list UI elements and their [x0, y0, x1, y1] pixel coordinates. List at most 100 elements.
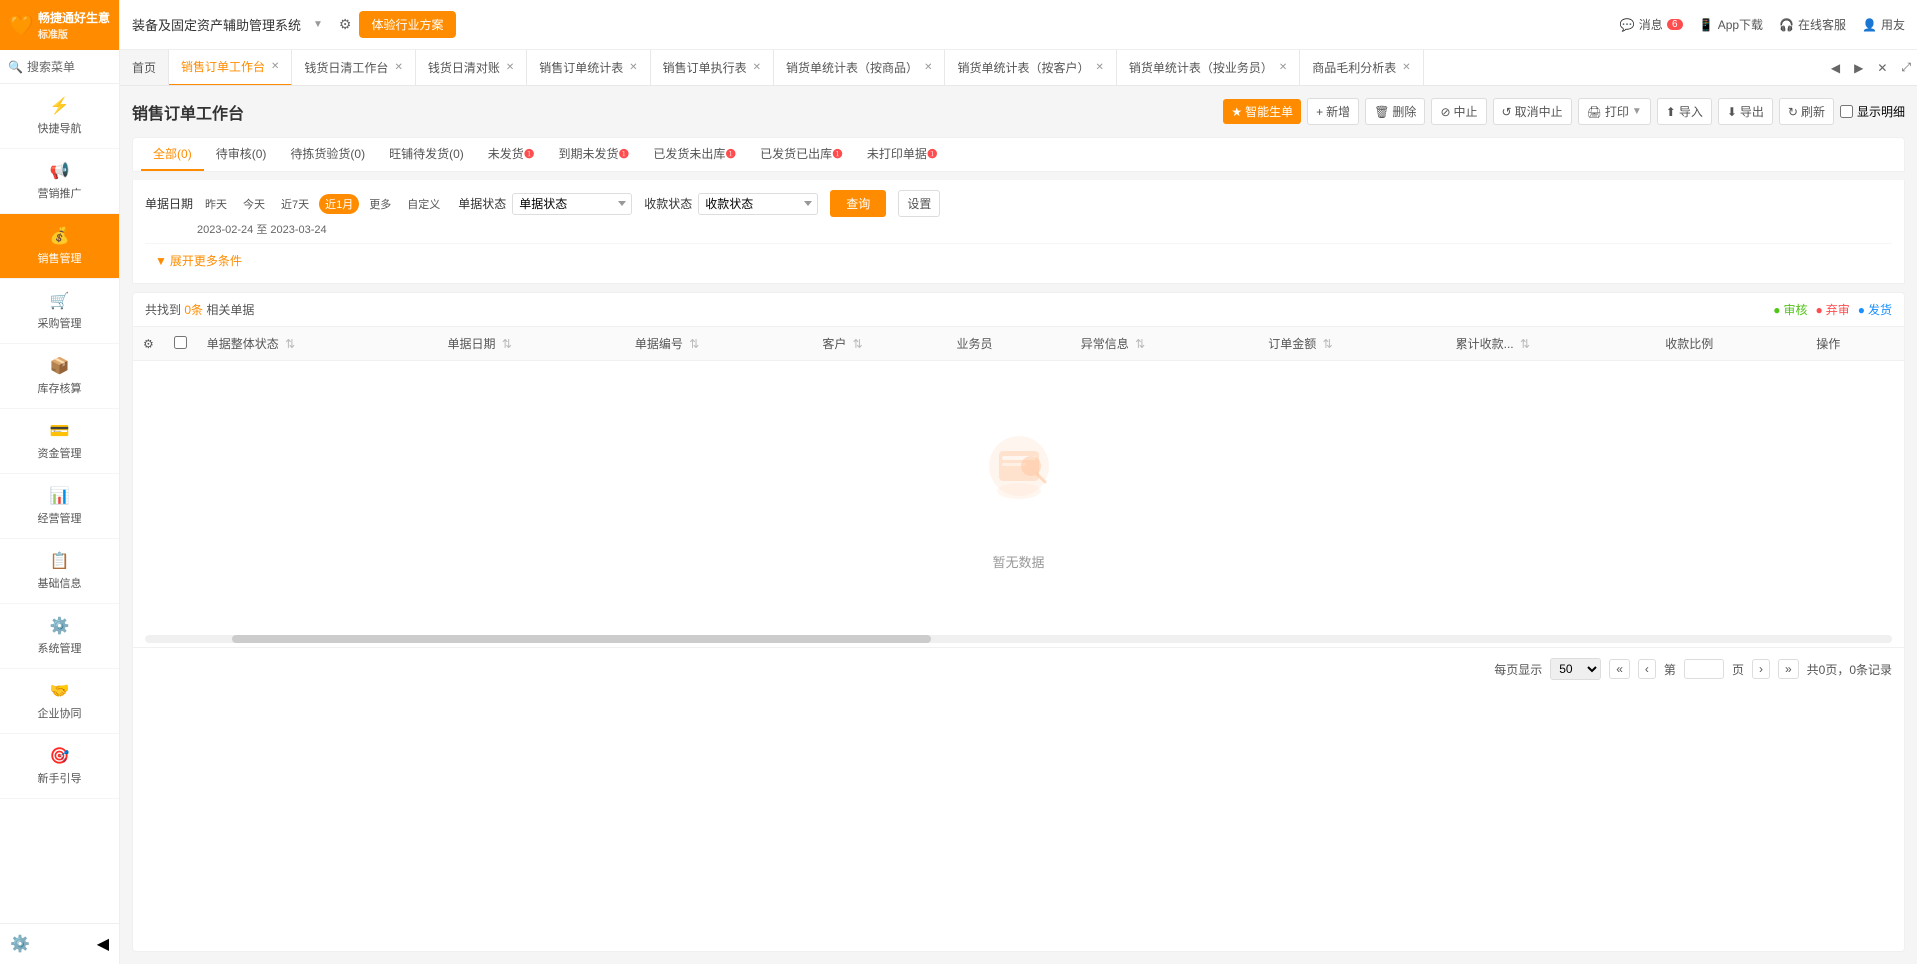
sort-amount-icon[interactable]: ⇅: [1323, 337, 1333, 351]
select-all-checkbox[interactable]: [174, 336, 187, 349]
tab-cash-reconcile-close[interactable]: ✕: [506, 62, 514, 73]
tabs-next-btn[interactable]: ▶: [1848, 50, 1869, 86]
date-opt-yesterday[interactable]: 昨天: [199, 194, 233, 214]
sub-tab-shipped-out[interactable]: 已发货已出库❶: [748, 138, 855, 171]
sub-tab-not-printed[interactable]: 未打印单据❶: [855, 138, 950, 171]
basic-info-icon: 📋: [50, 551, 70, 571]
sidebar-search[interactable]: 🔍 搜索菜单: [0, 50, 119, 84]
cancel-stop-button[interactable]: ↺ 取消中止: [1493, 98, 1572, 125]
sidebar-item-operations[interactable]: 📊 经营管理: [0, 474, 119, 539]
col-number: 单据编号 ⇅: [625, 327, 812, 361]
tab-product-margin[interactable]: 商品毛利分析表 ✕: [1300, 50, 1423, 86]
page-last-btn[interactable]: »: [1778, 659, 1799, 679]
sidebar-item-basic-info[interactable]: 📋 基础信息: [0, 539, 119, 604]
main-content: 装备及固定资产辅助管理系统 ▼ ⚙ 体验行业方案 💬 消息 6 📱 App下载 …: [120, 0, 1917, 964]
col-checkbox[interactable]: [164, 327, 197, 361]
detail-checkbox[interactable]: [1840, 105, 1853, 118]
sidebar-item-sales[interactable]: 💰 销售管理: [0, 214, 119, 279]
page-prev-btn[interactable]: ‹: [1638, 659, 1656, 679]
tabs-prev-btn[interactable]: ◀: [1825, 50, 1846, 86]
sort-customer-icon[interactable]: ⇅: [853, 337, 863, 351]
add-button[interactable]: + 新增: [1307, 98, 1359, 125]
sidebar-item-guide[interactable]: 🎯 新手引导: [0, 734, 119, 799]
online-service-action[interactable]: 🎧 在线客服: [1779, 16, 1846, 33]
date-opt-today[interactable]: 今天: [237, 194, 271, 214]
sidebar-item-quick-nav[interactable]: ⚡ 快捷导航: [0, 84, 119, 149]
settings-icon[interactable]: ⚙️: [10, 934, 30, 954]
sort-abnormal-icon[interactable]: ⇅: [1135, 337, 1145, 351]
page-size-select[interactable]: 50 100: [1550, 658, 1601, 680]
query-button[interactable]: 查询: [830, 190, 886, 217]
status-select[interactable]: 单据状态: [512, 193, 632, 215]
batch-ship-button[interactable]: ● 发货: [1858, 301, 1892, 318]
delete-button[interactable]: 🗑 删除: [1365, 98, 1425, 125]
tab-sales-stat-close[interactable]: ✕: [629, 62, 637, 73]
tab-sales-stat-customer-close[interactable]: ✕: [1095, 62, 1103, 73]
batch-cancel-button[interactable]: ● 弃审: [1815, 301, 1849, 318]
refresh-button[interactable]: ↻ 刷新: [1779, 98, 1834, 125]
solution-button[interactable]: 体验行业方案: [359, 11, 455, 38]
date-opt-7days[interactable]: 近7天: [275, 194, 315, 214]
date-opt-more[interactable]: 更多: [363, 194, 397, 214]
app-download-action[interactable]: 📱 App下载: [1699, 16, 1763, 33]
tab-sales-stat-product-close[interactable]: ✕: [924, 62, 932, 73]
sort-collected-icon[interactable]: ⇅: [1520, 337, 1530, 351]
tab-sales-order-close[interactable]: ✕: [271, 61, 279, 72]
tab-home[interactable]: 首页: [120, 50, 169, 86]
sort-status-icon[interactable]: ⇅: [285, 337, 295, 351]
user-action[interactable]: 👤 用友: [1862, 16, 1905, 33]
tab-sales-exec[interactable]: 销售订单执行表 ✕: [651, 50, 774, 86]
detail-checkbox-label[interactable]: 显示明细: [1840, 103, 1905, 120]
sidebar-item-marketing[interactable]: 📢 营销推广: [0, 149, 119, 214]
tab-cash-reconcile[interactable]: 钱货日清对账 ✕: [416, 50, 527, 86]
sort-number-icon[interactable]: ⇅: [689, 337, 699, 351]
tab-sales-stat-staff-close[interactable]: ✕: [1279, 62, 1287, 73]
sidebar-item-cooperation[interactable]: 🤝 企业协同: [0, 669, 119, 734]
sidebar-item-purchase[interactable]: 🛒 采购管理: [0, 279, 119, 344]
scroll-thumb[interactable]: [232, 635, 931, 643]
sidebar-item-finance[interactable]: 💳 资金管理: [0, 409, 119, 474]
print-button[interactable]: 🖨 打印 ▼: [1578, 98, 1651, 125]
tab-cash-daily[interactable]: 钱货日清工作台 ✕: [292, 50, 415, 86]
sub-tab-wangpu-ship[interactable]: 旺铺待发货(0): [377, 138, 476, 171]
date-opt-1month[interactable]: 近1月: [319, 194, 359, 214]
message-action[interactable]: 💬 消息 6: [1620, 16, 1683, 33]
import-button[interactable]: ⬆ 导入: [1657, 98, 1712, 125]
page-next-btn[interactable]: ›: [1752, 659, 1770, 679]
tabs-close-btn[interactable]: ✕: [1871, 50, 1893, 86]
tab-sales-stat-staff[interactable]: 销货单统计表（按业务员） ✕: [1117, 50, 1300, 86]
export-button[interactable]: ⬇ 导出: [1718, 98, 1773, 125]
gear-settings-icon[interactable]: ⚙: [339, 16, 352, 33]
horizontal-scrollbar[interactable]: [145, 635, 1892, 643]
tab-cash-daily-close[interactable]: ✕: [394, 62, 402, 73]
sub-tab-all[interactable]: 全部(0): [141, 138, 204, 171]
tab-sales-exec-close[interactable]: ✕: [753, 62, 761, 73]
settings-filter-button[interactable]: 设置: [898, 190, 940, 217]
page-number-input[interactable]: 1: [1684, 659, 1724, 679]
date-opt-custom[interactable]: 自定义: [401, 194, 446, 214]
tab-sales-stat[interactable]: 销售订单统计表 ✕: [527, 50, 650, 86]
tabs-expand-btn[interactable]: ⤢: [1895, 50, 1917, 86]
sidebar-item-inventory[interactable]: 📦 库存核算: [0, 344, 119, 409]
col-settings[interactable]: ⚙: [133, 327, 164, 361]
collapse-icon[interactable]: ◀: [97, 934, 109, 954]
sub-tab-overdue-ship[interactable]: 到期未发货❶: [547, 138, 642, 171]
sub-tab-pending-inspect[interactable]: 待拣货验货(0): [278, 138, 377, 171]
stop-button[interactable]: ⊘ 中止: [1431, 98, 1486, 125]
sub-tab-shipped-not-out[interactable]: 已发货未出库❶: [641, 138, 748, 171]
phone-icon: 📱: [1699, 18, 1714, 32]
sidebar-item-system[interactable]: ⚙️ 系统管理: [0, 604, 119, 669]
page-first-btn[interactable]: «: [1609, 659, 1630, 679]
sub-tab-not-shipped[interactable]: 未发货❶: [476, 138, 547, 171]
tab-product-margin-close[interactable]: ✕: [1402, 62, 1410, 73]
dropdown-icon[interactable]: ▼: [313, 19, 323, 30]
tab-sales-stat-customer[interactable]: 销货单统计表（按客户） ✕: [945, 50, 1116, 86]
tab-sales-stat-product[interactable]: 销货单统计表（按商品） ✕: [774, 50, 945, 86]
tab-sales-order[interactable]: 销售订单工作台 ✕: [169, 50, 292, 86]
batch-audit-button[interactable]: ● 审核: [1773, 301, 1807, 318]
payment-select[interactable]: 收款状态: [698, 193, 818, 215]
expand-conditions-button[interactable]: ▼ 展开更多条件: [145, 248, 1892, 273]
sub-tab-pending-review[interactable]: 待审核(0): [204, 138, 279, 171]
sort-date-icon[interactable]: ⇅: [502, 337, 512, 351]
smart-create-button[interactable]: ★ 智能生单: [1223, 99, 1301, 124]
